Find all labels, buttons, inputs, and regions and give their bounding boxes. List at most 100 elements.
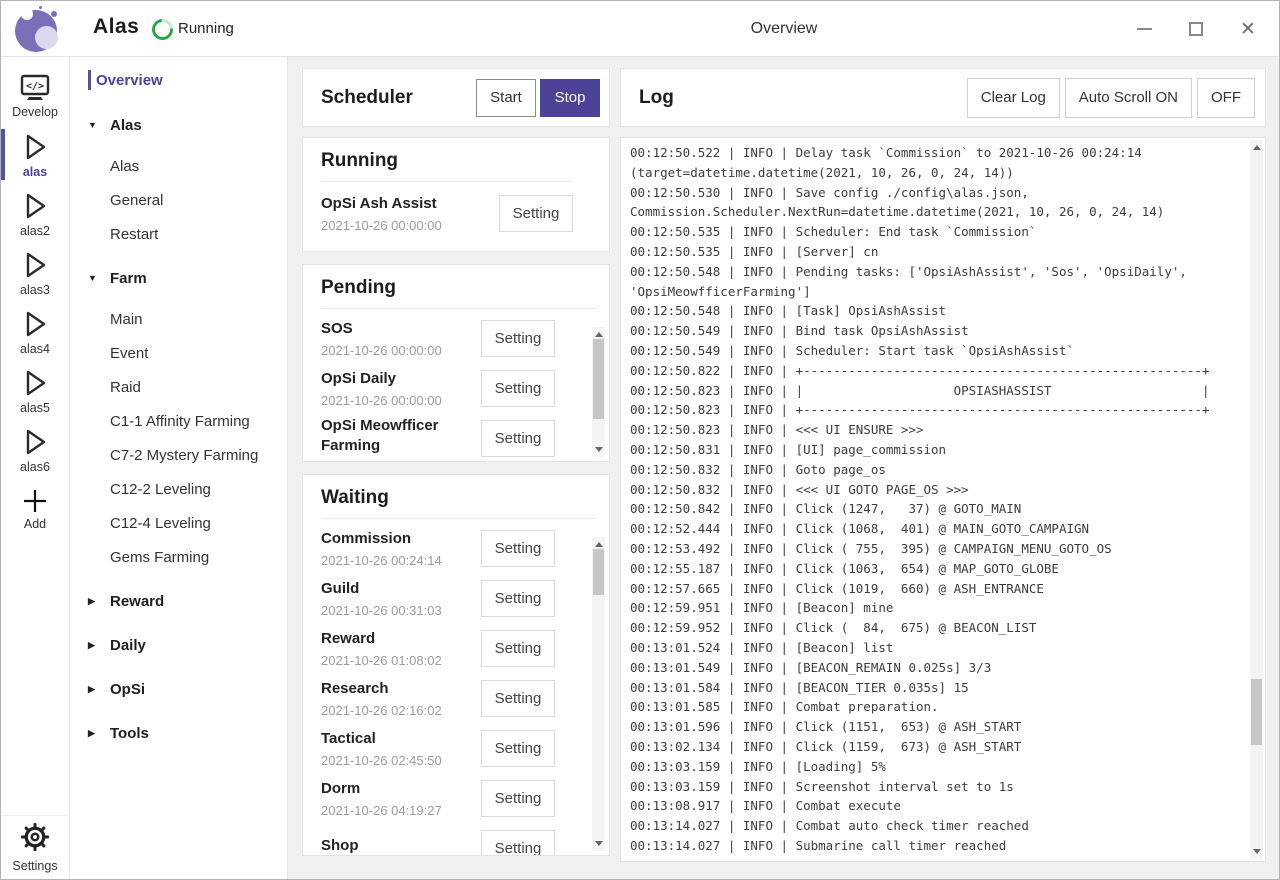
sidebar-item-settings[interactable]: Settings (1, 815, 69, 879)
sidebar-item-instance[interactable]: alas4 (1, 302, 69, 361)
log-line: 00:12:59.952 | INFO | Click ( 84, 675) @… (630, 618, 1247, 638)
clear-log-button[interactable]: Clear Log (967, 78, 1060, 118)
log-line: 00:12:50.832 | INFO | <<< UI GOTO PAGE_O… (630, 480, 1247, 500)
play-icon (20, 190, 50, 222)
nav-section-farm[interactable]: ▼Farm (70, 261, 287, 295)
log-line: 00:12:50.548 | INFO | Pending tasks: ['O… (630, 262, 1247, 282)
setting-button[interactable]: Setting (499, 195, 573, 232)
icon-sidebar: </> Develop alas (1, 57, 70, 879)
log-line: 00:12:50.842 | INFO | Click (1247, 37) @… (630, 499, 1247, 519)
sidebar-item-develop[interactable]: </> Develop (1, 66, 69, 125)
nav-item-event[interactable]: Event (70, 336, 287, 370)
scroll-up-icon[interactable] (595, 332, 603, 337)
task-name: Commission (321, 529, 481, 549)
nav-section-tools[interactable]: ▶Tools (70, 716, 287, 750)
setting-button[interactable]: Setting (481, 420, 555, 457)
log-line: 00:12:50.535 | INFO | Scheduler: End tas… (630, 222, 1247, 242)
scrollbar-thumb[interactable] (1251, 679, 1262, 745)
running-panel: Running OpSi Ash Assist 2021-10-26 00:00… (302, 137, 610, 252)
task-name: Reward (321, 629, 481, 649)
nav-item-c1-1-affinity-farming[interactable]: C1-1 Affinity Farming (70, 404, 287, 438)
nav-section-label: Farm (110, 270, 147, 287)
auto-scroll-on-button[interactable]: Auto Scroll ON (1065, 78, 1192, 118)
log-output: 00:12:50.522 | INFO | Delay task `Commis… (621, 138, 1247, 861)
task-row: Guild 2021-10-26 00:31:03 Setting (321, 573, 609, 623)
nav-item-raid[interactable]: Raid (70, 370, 287, 404)
sidebar-item-add[interactable]: Add (1, 479, 69, 538)
start-button[interactable]: Start (476, 79, 536, 117)
nav-section-daily[interactable]: ▶Daily (70, 628, 287, 662)
scrollbar-thumb[interactable] (593, 549, 604, 595)
close-button[interactable]: ✕ (1235, 16, 1261, 42)
nav-item-overview[interactable]: Overview (70, 62, 287, 98)
pending-scrollbar[interactable] (592, 327, 605, 457)
setting-button[interactable]: Setting (481, 320, 555, 357)
setting-button[interactable]: Setting (481, 530, 555, 567)
scroll-up-icon[interactable] (1253, 145, 1261, 150)
svg-text:</>: </> (26, 81, 44, 92)
log-line: (target=datetime.datetime(2021, 10, 26, … (630, 163, 1247, 183)
task-next-run-time: 2021-10-26 02:45:50 (321, 753, 481, 768)
nav-item-c12-2-leveling[interactable]: C12-2 Leveling (70, 472, 287, 506)
sidebar-item-label: alas3 (20, 283, 50, 297)
task-row: SOS 2021-10-26 00:00:00 Setting (321, 313, 609, 363)
chevron-down-icon: ▼ (88, 273, 110, 283)
task-row: OpSi Ash Assist 2021-10-26 00:00:00 Sett… (321, 188, 591, 238)
auto-scroll-off-button[interactable]: OFF (1197, 78, 1255, 118)
setting-button[interactable]: Setting (481, 830, 555, 857)
nav-item-c7-2-mystery-farming[interactable]: C7-2 Mystery Farming (70, 438, 287, 472)
log-line: 00:12:50.823 | INFO | <<< UI ENSURE >>> (630, 420, 1247, 440)
waiting-title: Waiting (321, 487, 609, 518)
nav-item-c12-4-leveling[interactable]: C12-4 Leveling (70, 506, 287, 540)
log-line: 00:13:14.027 | INFO | Combat auto check … (630, 816, 1247, 836)
nav-section-opsi[interactable]: ▶OpSi (70, 672, 287, 706)
scroll-down-icon[interactable] (595, 447, 603, 452)
log-line: 00:12:59.951 | INFO | [Beacon] mine (630, 598, 1247, 618)
log-line: 00:12:50.548 | INFO | [Task] OpsiAshAssi… (630, 301, 1247, 321)
log-scrollbar[interactable] (1250, 140, 1263, 859)
nav-item-main[interactable]: Main (70, 302, 287, 336)
task-next-run-time: 2021-10-26 00:00:00 (321, 218, 499, 233)
task-next-run-time: 2021-10-26 04:19:27 (321, 803, 481, 818)
sidebar-item-instance[interactable]: alas5 (1, 361, 69, 420)
stop-button[interactable]: Stop (540, 79, 600, 117)
nav-item-general[interactable]: General (70, 183, 287, 217)
nav-section-label: Daily (110, 637, 146, 654)
scroll-down-icon[interactable] (1253, 849, 1261, 854)
nav-item-restart[interactable]: Restart (70, 217, 287, 251)
sidebar-item-label: alas5 (20, 401, 50, 415)
setting-button[interactable]: Setting (481, 630, 555, 667)
nav-item-gems-farming[interactable]: Gems Farming (70, 540, 287, 574)
nav-section-alas[interactable]: ▼Alas (70, 108, 287, 142)
topbar: Alas Running Overview ✕ (1, 1, 1279, 57)
task-name: Shop (321, 836, 481, 856)
nav-section-reward[interactable]: ▶Reward (70, 584, 287, 618)
scrollbar-thumb[interactable] (593, 339, 604, 419)
task-name: OpSi Ash Assist (321, 194, 499, 214)
waiting-scrollbar[interactable] (592, 537, 605, 851)
setting-button[interactable]: Setting (481, 580, 555, 617)
task-name: OpSi Meowfficer Farming (321, 416, 481, 456)
setting-button[interactable]: Setting (481, 780, 555, 817)
task-name: SOS (321, 319, 481, 339)
sidebar-item-instance[interactable]: alas6 (1, 420, 69, 479)
setting-button[interactable]: Setting (481, 370, 555, 407)
log-line: 00:13:01.585 | INFO | Combat preparation… (630, 697, 1247, 717)
sidebar-item-label: Add (24, 517, 46, 531)
sidebar-item-instance[interactable]: alas2 (1, 184, 69, 243)
minimize-button[interactable] (1131, 16, 1157, 42)
scroll-down-icon[interactable] (595, 841, 603, 846)
nav-item-alas[interactable]: Alas (70, 149, 287, 183)
setting-button[interactable]: Setting (481, 730, 555, 767)
log-line: 'OpsiMeowfficerFarming'] (630, 282, 1247, 302)
content-area: Scheduler Start Stop Running OpSi Ash As… (288, 57, 1279, 879)
log-line: 00:12:55.187 | INFO | Click (1063, 654) … (630, 559, 1247, 579)
sidebar-item-instance[interactable]: alas (1, 125, 69, 184)
app-title: Alas (93, 15, 139, 39)
chevron-right-icon: ▶ (88, 596, 110, 607)
scroll-up-icon[interactable] (595, 542, 603, 547)
setting-button[interactable]: Setting (481, 680, 555, 717)
sidebar-item-instance[interactable]: alas3 (1, 243, 69, 302)
chevron-right-icon: ▶ (88, 640, 110, 651)
maximize-button[interactable] (1183, 16, 1209, 42)
